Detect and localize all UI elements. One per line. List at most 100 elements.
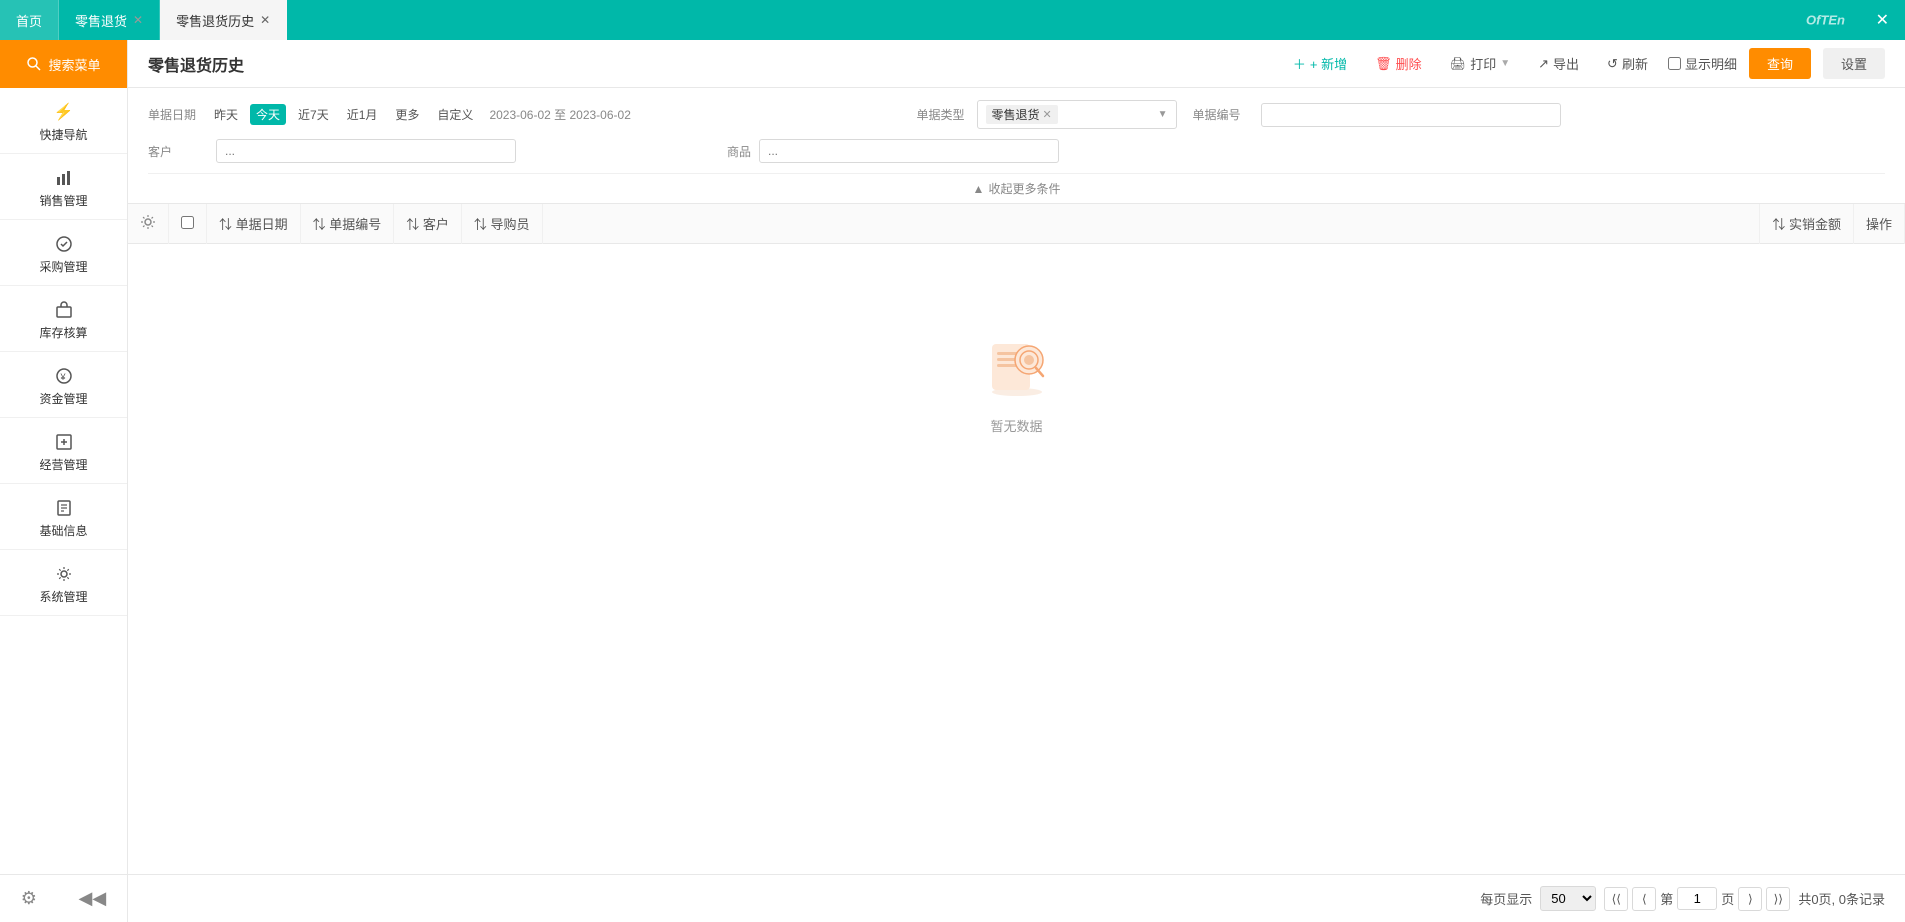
sidebar-item-purchase[interactable]: 采购管理 — [0, 220, 127, 286]
sidebar-nav: ⚡ 快捷导航 销售管理 — [0, 88, 127, 874]
select-all-checkbox[interactable] — [181, 216, 194, 229]
last-page-btn[interactable]: ⟩⟩ — [1766, 887, 1790, 911]
refresh-button[interactable]: ↺ 刷新 — [1599, 50, 1656, 77]
data-table: ⇅ 单据日期 ⇅ 单据编号 ⇅ 客户 ⇅ 导购员 ⇅ — [128, 204, 1905, 244]
th-date[interactable]: ⇅ 单据日期 — [207, 204, 301, 244]
th-settings[interactable] — [128, 204, 169, 244]
collapse-bar[interactable]: ▲ 收起更多条件 — [148, 173, 1885, 203]
refresh-label: 刷新 — [1622, 54, 1648, 73]
table-head: ⇅ 单据日期 ⇅ 单据编号 ⇅ 客户 ⇅ 导购员 ⇅ — [128, 204, 1905, 244]
tab-retail-return-history[interactable]: 零售退货历史 ✕ — [160, 0, 287, 40]
th-customer-label: ⇅ 客户 — [406, 217, 449, 232]
export-button[interactable]: ↗ 导出 — [1530, 50, 1587, 77]
date-range-display: 2023-06-02 至 2023-06-02 — [489, 106, 630, 123]
type-tag-close[interactable]: ✕ — [1043, 108, 1052, 121]
th-number-label: ⇅ 单据编号 — [313, 217, 382, 232]
settings-button[interactable]: 设置 — [1823, 48, 1885, 79]
date-filter-label: 单据日期 — [148, 106, 208, 123]
operations-icon — [54, 432, 74, 452]
add-icon: ＋ — [1293, 54, 1306, 73]
number-filter-input[interactable] — [1261, 103, 1561, 127]
customer-filter-input[interactable] — [216, 139, 516, 163]
delete-label: 删除 — [1396, 54, 1422, 73]
print-button[interactable]: 🖨 打印 ▼ — [1442, 50, 1518, 77]
window-close-button[interactable]: ✕ — [1860, 0, 1905, 40]
tab-retail-return-history-close[interactable]: ✕ — [260, 14, 270, 26]
page-unit: 页 — [1721, 889, 1734, 908]
show-detail-checkbox[interactable] — [1668, 57, 1681, 70]
next-page-btn[interactable]: ⟩ — [1738, 887, 1762, 911]
prev-page-btn[interactable]: ⟨ — [1632, 887, 1656, 911]
quick-nav-icon: ⚡ — [54, 102, 74, 122]
sidebar: 搜索菜单 ⚡ 快捷导航 销售管理 — [0, 40, 128, 922]
sidebar-search-button[interactable]: 搜索菜单 — [0, 40, 127, 88]
date-custom-btn[interactable]: 自定义 — [431, 104, 479, 125]
th-checkbox[interactable] — [169, 204, 207, 244]
sidebar-item-basic-info[interactable]: 基础信息 — [0, 484, 127, 550]
add-button[interactable]: ＋ + 新增 — [1285, 50, 1355, 77]
sidebar-search-label: 搜索菜单 — [48, 55, 100, 74]
th-guide-label: ⇅ 导购员 — [474, 217, 530, 232]
collapse-icon: ▲ — [973, 182, 985, 196]
tab-list: 首页 零售退货 ✕ 零售退货历史 ✕ — [0, 0, 1860, 40]
th-amount-label: ⇅ 实销金额 — [1772, 217, 1841, 232]
tab-home[interactable]: 首页 — [0, 0, 59, 40]
empty-illustration — [977, 324, 1057, 404]
sales-label: 销售管理 — [39, 192, 87, 209]
tab-retail-return-label: 零售退货 — [75, 11, 127, 30]
date-1month-btn[interactable]: 近1月 — [341, 104, 384, 125]
per-page-select[interactable]: 10 20 50 100 — [1540, 886, 1596, 911]
query-button[interactable]: 查询 — [1749, 48, 1811, 79]
customer-filter-group: 客户 — [148, 139, 727, 163]
type-filter-label: 单据类型 — [917, 106, 977, 123]
pagination-total: 共0页, 0条记录 — [1798, 889, 1885, 908]
print-dropdown-icon: ▼ — [1500, 58, 1510, 69]
th-spacer — [542, 204, 1760, 244]
date-today-btn[interactable]: 今天 — [250, 104, 286, 125]
th-guide[interactable]: ⇅ 导购员 — [461, 204, 542, 244]
header-actions: ＋ + 新增 🗑 删除 🖨 打印 ▼ ↗ 导出 ↺ — [1285, 48, 1885, 79]
add-label: + 新增 — [1310, 54, 1347, 73]
operations-label: 经营管理 — [39, 456, 87, 473]
system-label: 系统管理 — [39, 588, 87, 605]
brand-label: OfTEn — [1806, 13, 1845, 28]
page-label: 第 — [1660, 889, 1673, 908]
system-icon — [54, 564, 74, 584]
date-yesterday-btn[interactable]: 昨天 — [208, 104, 244, 125]
sidebar-item-quick-nav[interactable]: ⚡ 快捷导航 — [0, 88, 127, 154]
sidebar-item-inventory[interactable]: 库存核算 — [0, 286, 127, 352]
number-filter-label: 单据编号 — [1193, 106, 1253, 123]
finance-label: 资金管理 — [39, 390, 87, 407]
collapse-sidebar-icon[interactable]: ◀◀ — [79, 888, 107, 909]
th-customer[interactable]: ⇅ 客户 — [394, 204, 462, 244]
tab-retail-return-history-label: 零售退货历史 — [176, 11, 254, 30]
export-label: 导出 — [1553, 54, 1579, 73]
date-7days-btn[interactable]: 近7天 — [292, 104, 335, 125]
sidebar-item-finance[interactable]: ¥ 资金管理 — [0, 352, 127, 418]
filter-row-2: 客户 商品 — [148, 139, 1885, 163]
sidebar-item-operations[interactable]: 经营管理 — [0, 418, 127, 484]
tab-retail-return[interactable]: 零售退货 ✕ — [59, 0, 160, 40]
number-filter-group: 单据编号 — [1177, 103, 1886, 127]
tab-bar: 首页 零售退货 ✕ 零售退货历史 ✕ OfTEn ✕ — [0, 0, 1905, 40]
sidebar-item-system[interactable]: 系统管理 — [0, 550, 127, 616]
refresh-icon: ↺ — [1607, 56, 1618, 72]
th-date-label: ⇅ 单据日期 — [219, 217, 288, 232]
date-more-btn[interactable]: 更多 — [389, 104, 425, 125]
sales-icon — [54, 168, 74, 188]
delete-icon: 🗑 — [1375, 56, 1392, 72]
th-amount[interactable]: ⇅ 实销金额 — [1760, 204, 1854, 244]
th-number[interactable]: ⇅ 单据编号 — [300, 204, 394, 244]
sidebar-item-sales[interactable]: 销售管理 — [0, 154, 127, 220]
goods-filter-input[interactable] — [759, 139, 1059, 163]
search-icon — [26, 56, 42, 72]
customer-filter-label: 客户 — [148, 143, 208, 160]
tab-retail-return-close[interactable]: ✕ — [133, 14, 143, 26]
page-input[interactable] — [1677, 887, 1717, 910]
settings-bottom-icon[interactable]: ⚙ — [21, 888, 37, 909]
delete-button[interactable]: 🗑 删除 — [1367, 50, 1430, 77]
main-layout: 搜索菜单 ⚡ 快捷导航 销售管理 — [0, 40, 1905, 922]
purchase-label: 采购管理 — [39, 258, 87, 275]
first-page-btn[interactable]: ⟨⟨ — [1604, 887, 1628, 911]
type-filter-select[interactable]: 零售退货 ✕ ▼ — [977, 100, 1177, 129]
